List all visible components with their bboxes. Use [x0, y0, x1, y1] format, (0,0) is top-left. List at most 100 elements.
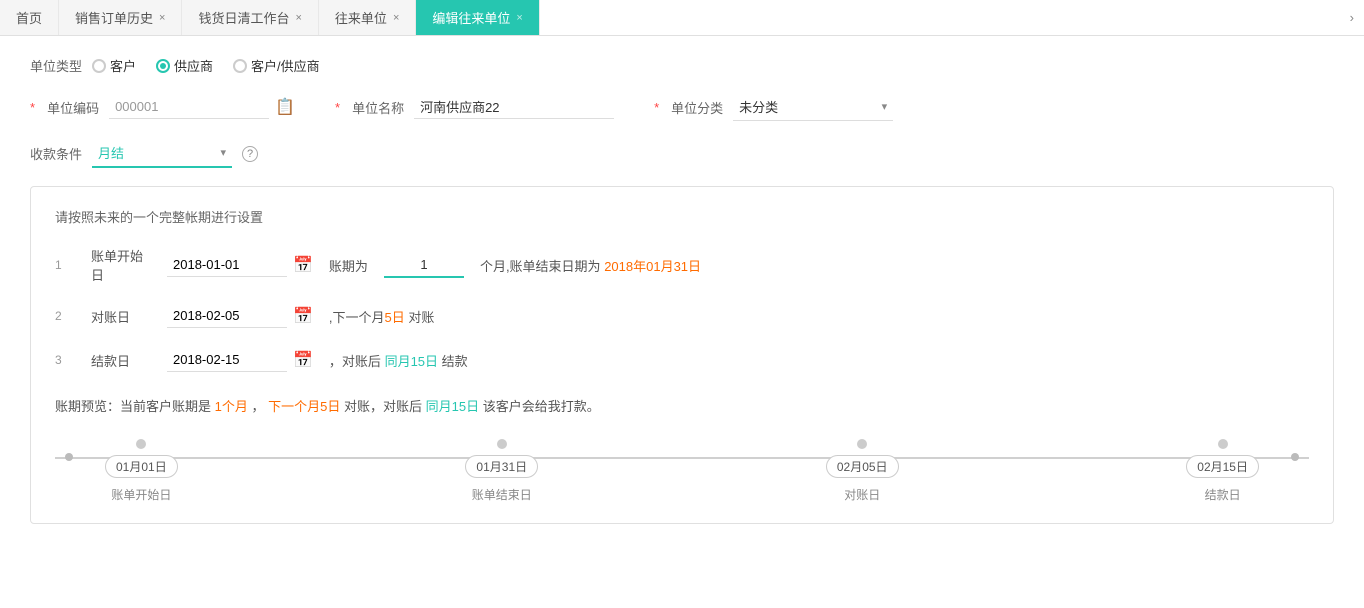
period-row-3: 3 结款日 📅 ，对账后 同月15日 结款 [55, 348, 1309, 372]
help-mark: ? [247, 148, 253, 160]
timeline-label-4: 结款日 [1205, 486, 1241, 503]
period-row-1: 1 账单开始日 📅 账期为 个月,账单结束日期为 2018年01月31日 [55, 246, 1309, 284]
preview-text: 账期预览：当前客户账期是 1个月 ， 下一个月5日 对账，对账后 同月15日 该… [55, 396, 1309, 415]
period-suffix-before-2: ,下一个月5日 对账 [329, 307, 435, 326]
timeline-tag-4: 02月15日 [1186, 455, 1259, 478]
tab-edit-partner[interactable]: 编辑往来单位 × [416, 0, 539, 35]
tab-sales-label: 销售订单历史 [75, 8, 153, 27]
timeline-tag-2: 01月31日 [465, 455, 538, 478]
category-required: * [654, 100, 659, 115]
tab-partner-units[interactable]: 往来单位 × [319, 0, 416, 35]
radio-supplier-label: 供应商 [174, 56, 213, 75]
period-date-field-3: 📅 [167, 348, 313, 372]
category-label: 单位分类 [671, 98, 723, 117]
tab-edit-label: 编辑往来单位 [432, 8, 510, 27]
period-value-input[interactable] [384, 253, 464, 278]
period-date-input-2[interactable] [167, 304, 287, 328]
radio-both-label: 客户/供应商 [251, 56, 320, 75]
code-field-group: 📋 [109, 95, 295, 119]
code-calendar-icon[interactable]: 📋 [275, 97, 295, 117]
period-num-1: 1 [55, 258, 75, 272]
period-date-input-3[interactable] [167, 348, 287, 372]
tab-partner-close[interactable]: × [393, 12, 399, 24]
timeline-dot-4 [1218, 439, 1228, 449]
tabs-bar: 首页 销售订单历史 × 钱货日清工作台 × 往来单位 × 编辑往来单位 × › [0, 0, 1364, 36]
timeline-dot-1 [136, 439, 146, 449]
preview-part3: 同月15日 [426, 399, 479, 414]
radio-supplier[interactable]: 供应商 [156, 56, 213, 75]
radio-both-circle [233, 59, 247, 73]
name-label: 单位名称 [352, 98, 404, 117]
timeline-label-1: 账单开始日 [111, 486, 171, 503]
payment-row: 收款条件 月结 ▾ ? [30, 139, 1334, 168]
payment-select[interactable]: 月结 ▾ [92, 139, 232, 168]
timeline-container: 01月01日 账单开始日 01月31日 账单结束日 02月05日 对账日 [55, 439, 1309, 503]
tab-cash-workbench[interactable]: 钱货日清工作台 × [182, 0, 318, 35]
radio-supplier-circle [156, 59, 170, 73]
timeline-label-3: 对账日 [844, 486, 880, 503]
unit-type-label: 单位类型 [30, 56, 82, 75]
period-calendar-icon-3[interactable]: 📅 [293, 350, 313, 370]
code-required: * [30, 100, 35, 115]
timeline-dot-2 [497, 439, 507, 449]
highlight-day-2: 5日 [385, 310, 405, 325]
preview-part2: 下一个月5日 [268, 399, 340, 414]
name-input[interactable] [414, 95, 614, 119]
period-row-label-1: 账单开始日 [91, 246, 151, 284]
unit-type-row: 单位类型 客户 供应商 客户/供应商 [30, 56, 1334, 75]
radio-customer[interactable]: 客户 [92, 56, 136, 75]
timeline-dot-3 [857, 439, 867, 449]
tab-home[interactable]: 首页 [0, 0, 59, 35]
preview-part1: 1个月 [215, 399, 248, 414]
tab-edit-close[interactable]: × [516, 12, 522, 24]
payment-value: 月结 [98, 143, 214, 162]
tab-cash-label: 钱货日清工作台 [198, 8, 289, 27]
tab-more-button[interactable]: › [1340, 0, 1364, 35]
period-num-2: 2 [55, 309, 75, 323]
code-input[interactable] [109, 95, 269, 119]
preview-middle: ， [252, 399, 265, 414]
period-label-1: 账期为 [329, 256, 368, 275]
timeline-node-3: 02月05日 对账日 [826, 439, 899, 503]
code-name-category-row: * 单位编码 📋 * 单位名称 * 单位分类 未分类 ▾ [30, 93, 1334, 121]
period-settings-box: 请按照未来的一个完整帐期进行设置 1 账单开始日 📅 账期为 个月,账单结束日期… [30, 186, 1334, 524]
name-required: * [335, 100, 340, 115]
period-date-input-1[interactable] [167, 253, 287, 277]
category-chevron-icon: ▾ [882, 100, 888, 113]
preview-prefix: 账期预览：当前客户账期是 [55, 399, 211, 414]
tab-home-label: 首页 [16, 8, 42, 27]
payment-label: 收款条件 [30, 144, 82, 163]
category-select[interactable]: 未分类 ▾ [733, 93, 893, 121]
payment-help-icon[interactable]: ? [242, 146, 258, 162]
timeline-tag-1: 01月01日 [105, 455, 178, 478]
tab-cash-close[interactable]: × [295, 12, 301, 24]
category-value: 未分类 [739, 97, 875, 116]
code-label: 单位编码 [47, 98, 99, 117]
period-row-2: 2 对账日 📅 ,下一个月5日 对账 [55, 304, 1309, 328]
period-date-field-1: 📅 [167, 253, 313, 277]
payment-chevron-icon: ▾ [220, 146, 226, 159]
period-date-field-2: 📅 [167, 304, 313, 328]
timeline-nodes: 01月01日 账单开始日 01月31日 账单结束日 02月05日 对账日 [65, 439, 1299, 503]
period-calendar-icon-1[interactable]: 📅 [293, 255, 313, 275]
timeline-tag-3: 02月05日 [826, 455, 899, 478]
tab-more-icon: › [1350, 10, 1354, 25]
period-calendar-icon-2[interactable]: 📅 [293, 306, 313, 326]
preview-middle2: 对账，对账后 [344, 399, 422, 414]
period-end-date-highlight: 2018年01月31日 [604, 259, 701, 274]
preview-suffix: 该客户会给我打款。 [483, 399, 600, 414]
unit-type-radio-group: 客户 供应商 客户/供应商 [92, 56, 320, 75]
period-suffix-before-3: ，对账后 同月15日 结款 [329, 351, 468, 370]
radio-customer-circle [92, 59, 106, 73]
tab-sales-close[interactable]: × [159, 12, 165, 24]
highlight-day-3: 同月15日 [385, 354, 438, 369]
period-unit-1: 个月,账单结束日期为 2018年01月31日 [480, 256, 701, 275]
timeline-node-2: 01月31日 账单结束日 [465, 439, 538, 503]
period-row-label-2: 对账日 [91, 307, 151, 326]
tab-sales-order-history[interactable]: 销售订单历史 × [59, 0, 182, 35]
main-content: 单位类型 客户 供应商 客户/供应商 * 单位编码 📋 * 单位名称 * [0, 36, 1364, 608]
timeline-node-4: 02月15日 结款日 [1186, 439, 1259, 503]
period-num-3: 3 [55, 353, 75, 367]
radio-both[interactable]: 客户/供应商 [233, 56, 320, 75]
period-row-label-3: 结款日 [91, 351, 151, 370]
